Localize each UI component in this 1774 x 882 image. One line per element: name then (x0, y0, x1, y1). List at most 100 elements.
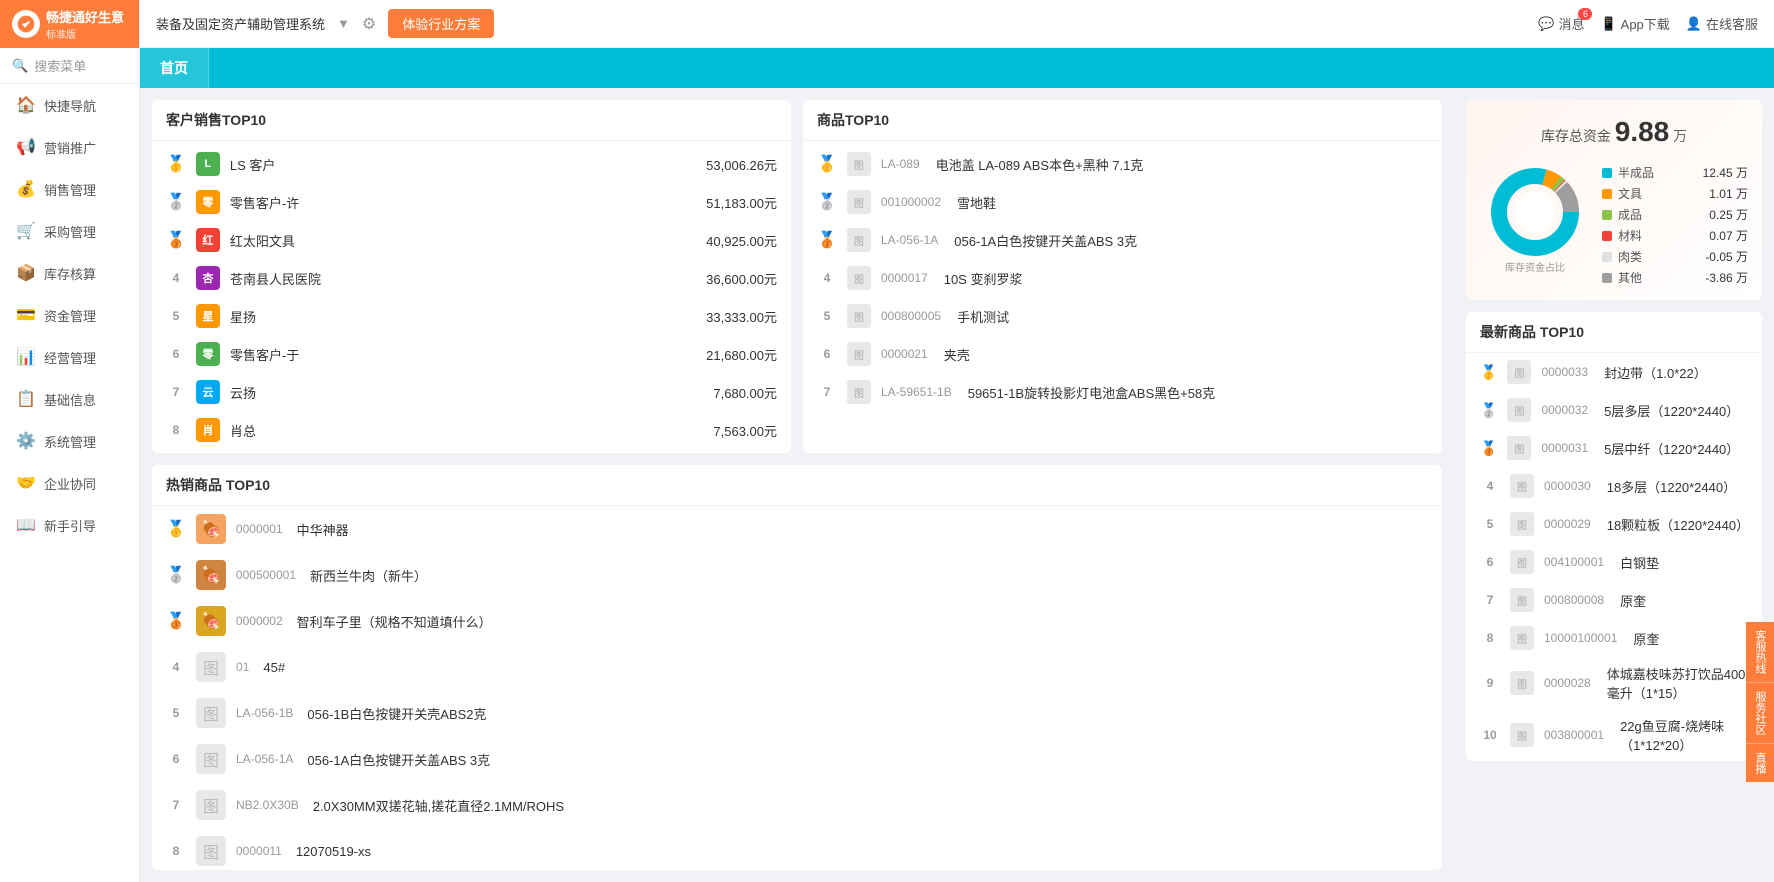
medal-icon: 🥇 (817, 154, 837, 174)
rank-number: 7 (166, 795, 186, 815)
inventory-chart-area: 库存资金占比 半成品 12.45 万 文具 1.01 万 成品 0.25 万 材… (1466, 156, 1762, 300)
sidebar-item-guide[interactable]: 📖 新手引导 (0, 504, 139, 546)
customer-name: 零售客户-许 (230, 193, 696, 212)
sidebar-item-finance[interactable]: 💳 资金管理 (0, 294, 139, 336)
product-thumbnail: 图 (196, 836, 226, 866)
search-menu[interactable]: 🔍 搜索菜单 (0, 48, 139, 84)
medal-icon: 🥉 (166, 230, 186, 250)
sidebar-menu: 🏠 快捷导航 📢 营销推广 💰 销售管理 🛒 采购管理 📦 库存核算 💳 资金管… (0, 84, 139, 882)
new-product-name: 体城嘉枝味苏打饮品400毫升（1*15） (1607, 664, 1748, 702)
customer-rank-item: 7 云 云扬 7,680.00元 (152, 373, 791, 411)
legend-name: 半成品 (1618, 164, 1697, 181)
sidebar-item-quicknav[interactable]: 🏠 快捷导航 (0, 84, 139, 126)
product-icon: 图 (847, 152, 871, 176)
marketing-icon: 📢 (16, 137, 36, 157)
hot-product-item: 6 图 LA-056-1A 056-1A白色按键开关盖ABS 3克 (152, 736, 1442, 782)
float-btn-1[interactable]: 服务社区 (1746, 683, 1774, 744)
customer-value: 7,680.00元 (713, 383, 777, 402)
customer-rank-item: 🥉 红 红太阳文具 40,925.00元 (152, 221, 791, 259)
customer-name: 云扬 (230, 383, 703, 402)
sidebar-item-basic[interactable]: 📋 基础信息 (0, 378, 139, 420)
rank-number: 4 (1480, 476, 1500, 496)
dropdown-icon[interactable]: ▼ (337, 16, 350, 31)
product-name: 056-1B白色按键开关壳ABS2克 (307, 704, 1428, 723)
rank-number: 9 (1480, 673, 1500, 693)
hot-product-item: 5 图 LA-056-1B 056-1B白色按键开关壳ABS2克 (152, 690, 1442, 736)
medal-icon: 🥇 (166, 519, 186, 539)
sidebar-item-operations[interactable]: 📊 经营管理 (0, 336, 139, 378)
hot-product-item: 8 图 0000011 12070519-xs (152, 828, 1442, 870)
legend-value: 12.45 万 (1703, 164, 1748, 181)
rank-number: 5 (166, 703, 186, 723)
trial-button[interactable]: 体验行业方案 (388, 9, 494, 38)
product-code: NB2.0X30B (236, 798, 299, 812)
medal-icon: 🥉 (817, 230, 837, 250)
inventory-unit: 万 (1673, 128, 1687, 144)
sidebar-item-marketing[interactable]: 📢 营销推广 (0, 126, 139, 168)
customer-avatar: 星 (196, 304, 220, 328)
search-icon: 🔍 (12, 58, 28, 74)
product-name: 12070519-xs (296, 844, 1428, 859)
new-product-icon: 图 (1510, 723, 1534, 747)
collab-icon: 🤝 (16, 473, 36, 493)
new-product-item: 9 图 0000028 体城嘉枝味苏打饮品400毫升（1*15） (1466, 657, 1762, 709)
product-code: 0000001 (236, 522, 283, 536)
content: 客户销售TOP10 🥇 L LS 客户 53,006.26元 🥈 零 零售客户-… (140, 88, 1774, 882)
float-btn-2[interactable]: 直播 (1746, 744, 1774, 782)
new-products-card: 最新商品 TOP10 🥇 图 0000033 封边带（1.0*22） 🥈 图 0… (1466, 312, 1762, 761)
settings-icon[interactable]: ⚙ (362, 14, 376, 34)
customer-rank-item: 🥈 零 零售客户-许 51,183.00元 (152, 183, 791, 221)
new-product-code: 0000030 (1544, 479, 1591, 493)
sidebar-item-collab[interactable]: 🤝 企业协同 (0, 462, 139, 504)
search-label: 搜索菜单 (34, 56, 86, 75)
rank-number: 8 (166, 841, 186, 861)
hot-product-item: 🥈 🍖 000500001 新西兰牛肉（新牛） (152, 552, 1442, 598)
new-product-name: 原奎 (1633, 629, 1748, 648)
customer-rank-item: 🥇 L LS 客户 53,006.26元 (152, 145, 791, 183)
product-code: 000800005 (881, 309, 941, 323)
new-product-code: 000800008 (1544, 593, 1604, 607)
customer-value: 21,680.00元 (706, 345, 777, 364)
operations-icon: 📊 (16, 347, 36, 367)
product-code: LA-59651-1B (881, 385, 952, 399)
new-product-icon: 图 (1507, 398, 1531, 422)
customer-value: 36,600.00元 (706, 269, 777, 288)
legend-item: 文具 1.01 万 (1602, 185, 1748, 202)
legend-value: -3.86 万 (1705, 269, 1748, 286)
medal-icon: 🥈 (1480, 402, 1497, 419)
message-button[interactable]: 💬 消息 6 (1538, 14, 1584, 33)
product-rank-item: 🥇 图 LA-089 电池盖 LA-089 ABS本色+黑种 7.1克 (803, 145, 1442, 183)
purchase-icon: 🛒 (16, 221, 36, 241)
product-code: 000500001 (236, 568, 296, 582)
product-code: 0000011 (236, 844, 282, 858)
hot-products-header: 热销商品 TOP10 (152, 465, 1442, 506)
legend-item: 材料 0.07 万 (1602, 227, 1748, 244)
sidebar-item-system[interactable]: ⚙️ 系统管理 (0, 420, 139, 462)
product-rank-item: 6 图 0000021 夹壳 (803, 335, 1442, 373)
new-product-code: 003800001 (1544, 728, 1604, 742)
new-product-icon: 图 (1510, 588, 1534, 612)
inventory-icon: 📦 (16, 263, 36, 283)
product-ranking-card: 商品TOP10 🥇 图 LA-089 电池盖 LA-089 ABS本色+黑种 7… (803, 100, 1442, 453)
legend-item: 肉类 -0.05 万 (1602, 248, 1748, 265)
float-btn-0[interactable]: 客服热线 (1746, 622, 1774, 683)
inventory-title: 库存总资金 (1541, 128, 1611, 144)
customer-rank-item: 8 肖 肖总 7,563.00元 (152, 411, 791, 449)
product-code: LA-056-1A (881, 233, 938, 247)
app-download-button[interactable]: 📱 App下载 (1600, 14, 1669, 33)
rank-number: 6 (1480, 552, 1500, 572)
logo-icon (12, 10, 40, 38)
sidebar-item-sales[interactable]: 💰 销售管理 (0, 168, 139, 210)
new-products-header: 最新商品 TOP10 (1466, 312, 1762, 353)
product-code: 0000017 (881, 271, 928, 285)
hot-products-list: 🥇 🍖 0000001 中华神器 🥈 🍖 000500001 新西兰牛肉（新牛）… (152, 506, 1442, 870)
legend-name: 材料 (1618, 227, 1703, 244)
new-product-icon: 图 (1510, 671, 1534, 695)
sidebar-item-inventory[interactable]: 📦 库存核算 (0, 252, 139, 294)
tab-home[interactable]: 首页 (140, 48, 209, 88)
sidebar-item-purchase[interactable]: 🛒 采购管理 (0, 210, 139, 252)
inventory-label: 库存核算 (44, 264, 96, 283)
online-service-button[interactable]: 👤 在线客服 (1686, 14, 1758, 33)
legend-dot (1602, 189, 1612, 199)
legend-dot (1602, 168, 1612, 178)
